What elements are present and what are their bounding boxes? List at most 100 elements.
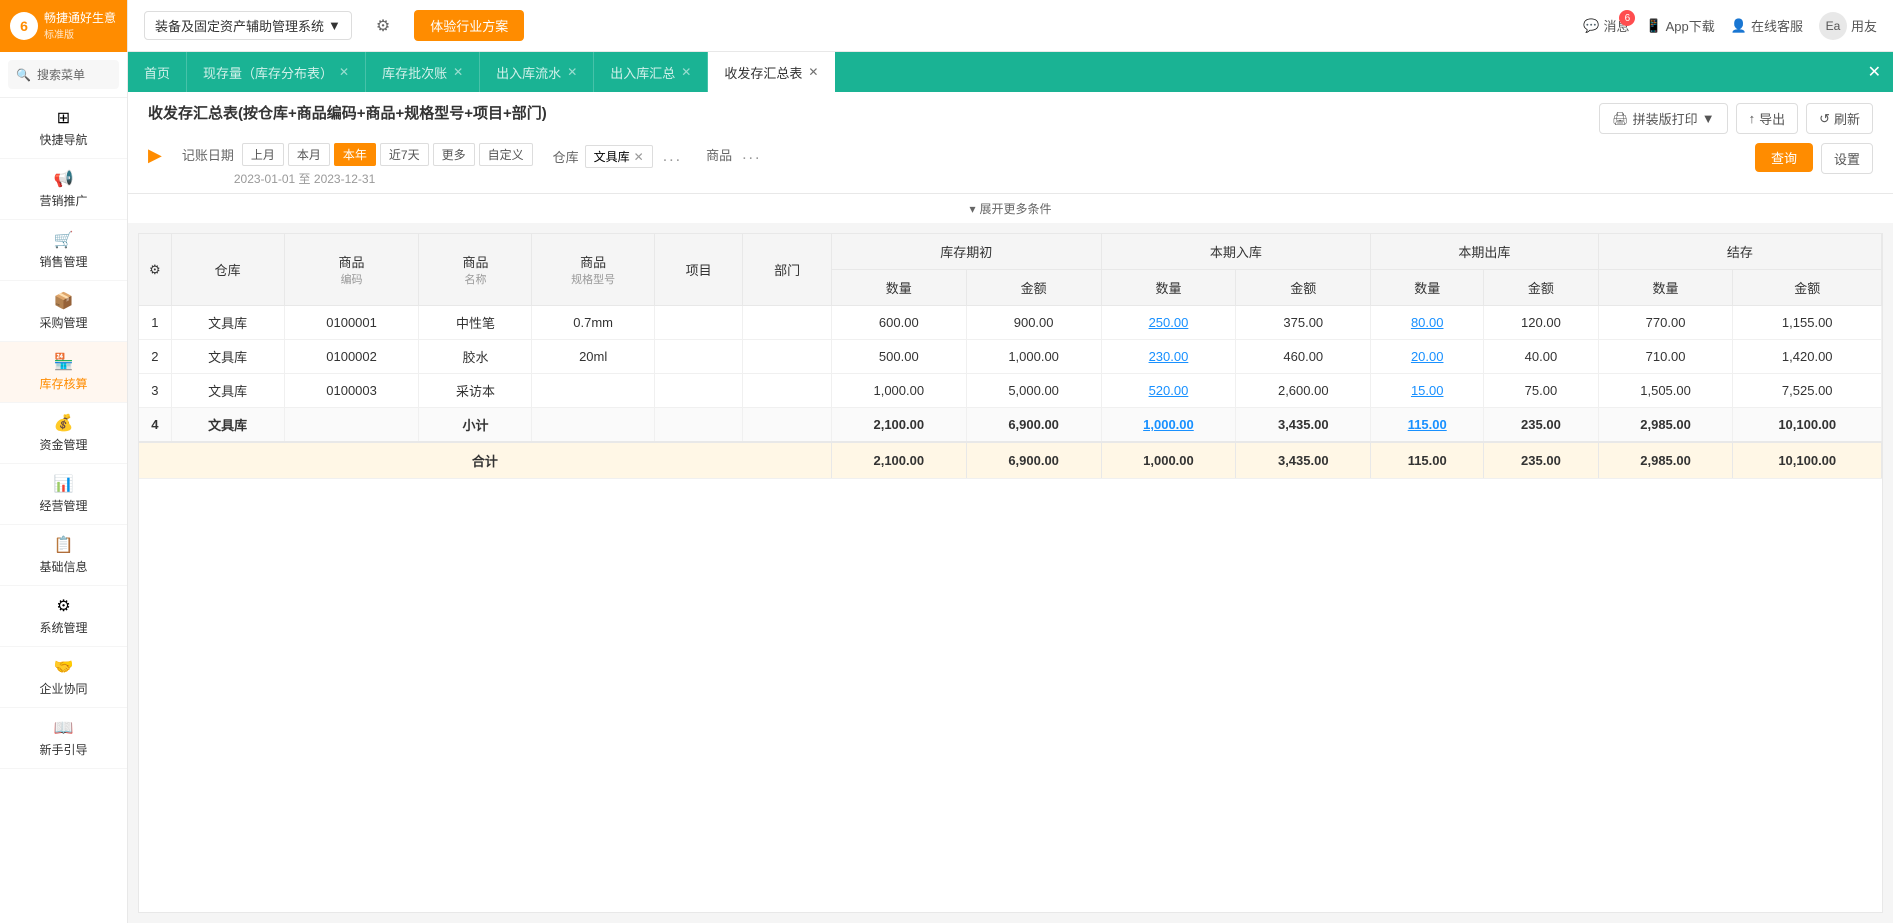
data-table: ⚙ 仓库 商品编码 商品名称 商品规格型号 项目 部门 库存期初 本期入库 本期… — [139, 234, 1882, 479]
online-service-action[interactable]: 👤 在线客服 — [1731, 16, 1803, 35]
cell-in-qty-link[interactable]: 520.00 — [1149, 383, 1189, 398]
cell-out-qty[interactable]: 115.00 — [1371, 408, 1484, 443]
sidebar-item-sales[interactable]: 🛒 销售管理 — [0, 220, 127, 281]
cell-open-amt: 5,000.00 — [966, 374, 1101, 408]
sidebar-item-inventory[interactable]: 🏪 库存核算 — [0, 342, 127, 403]
cell-in-qty-link[interactable]: 1,000.00 — [1143, 417, 1194, 432]
cell-spec — [532, 374, 654, 408]
print-button[interactable]: 🖨 拼装版打印 ▼ — [1599, 103, 1727, 134]
cell-bal-qty: 770.00 — [1598, 306, 1733, 340]
search-menu-button[interactable]: 🔍 搜索菜单 — [8, 60, 119, 89]
th-opening-group: 库存期初 — [831, 234, 1101, 270]
export-button[interactable]: ↑ 导出 — [1736, 103, 1799, 134]
warehouse-more-dots[interactable]: ... — [663, 148, 682, 166]
cell-in-amt: 460.00 — [1236, 340, 1371, 374]
query-button[interactable]: 查询 — [1755, 143, 1813, 172]
sidebar-item-quick-nav[interactable]: ⊞ 快捷导航 — [0, 98, 127, 159]
cell-in-qty[interactable]: 520.00 — [1101, 374, 1236, 408]
cell-out-qty-link[interactable]: 20.00 — [1411, 349, 1444, 364]
warehouse-tag-close-icon[interactable]: ✕ — [634, 150, 644, 164]
cell-warehouse: 文具库 — [171, 306, 284, 340]
refresh-button[interactable]: ↺ 刷新 — [1806, 103, 1873, 134]
cell-code — [284, 408, 419, 443]
cell-project — [654, 306, 743, 340]
tab-stock-flow[interactable]: 出入库流水 ✕ — [480, 52, 594, 92]
tab-stock-dist[interactable]: 现存量（库存分布表） ✕ — [187, 52, 366, 92]
cell-in-qty-link[interactable]: 250.00 — [1149, 315, 1189, 330]
tab-stock-flow-label: 出入库流水 — [496, 63, 561, 82]
system-select[interactable]: 装备及固定资产辅助管理系统 ▼ — [144, 11, 352, 40]
sidebar-item-guide[interactable]: 📖 新手引导 — [0, 708, 127, 769]
th-warehouse: 仓库 — [171, 234, 284, 306]
tabbar-close-button[interactable]: ✕ — [1856, 52, 1893, 92]
tab-home[interactable]: 首页 — [128, 52, 187, 92]
tab-stock-summary-close-icon[interactable]: ✕ — [681, 65, 691, 79]
try-solution-button[interactable]: 体验行业方案 — [414, 10, 524, 41]
print-chevron-icon: ▼ — [1702, 111, 1715, 126]
sidebar-item-label: 库存核算 — [39, 375, 87, 392]
tab-batch-ledger[interactable]: 库存批次账 ✕ — [366, 52, 480, 92]
quick-nav-icon: ⊞ — [57, 108, 70, 128]
user-action[interactable]: Ea 用友 — [1819, 12, 1877, 40]
sidebar-item-operations[interactable]: 📊 经营管理 — [0, 464, 127, 525]
table-row: 3文具库0100003采访本1,000.005,000.00520.002,60… — [139, 374, 1882, 408]
sidebar-item-enterprise[interactable]: 🤝 企业协同 — [0, 647, 127, 708]
enterprise-icon: 🤝 — [54, 657, 74, 677]
sidebar-item-system[interactable]: ⚙ 系统管理 — [0, 586, 127, 647]
cell-in-qty[interactable]: 230.00 — [1101, 340, 1236, 374]
tab-recv-send-summary-close-icon[interactable]: ✕ — [808, 65, 818, 79]
message-icon: 💬 — [1583, 18, 1599, 34]
cell-in-qty[interactable]: 250.00 — [1101, 306, 1236, 340]
tab-stock-summary[interactable]: 出入库汇总 ✕ — [594, 52, 708, 92]
cell-out-amt: 75.00 — [1484, 374, 1598, 408]
date-this-year-btn[interactable]: 本年 — [334, 143, 376, 166]
cell-out-amt: 40.00 — [1484, 340, 1598, 374]
date-7days-btn[interactable]: 近7天 — [380, 143, 429, 166]
user-label: 用友 — [1851, 16, 1877, 35]
system-name: 装备及固定资产辅助管理系统 — [155, 16, 324, 35]
sidebar-item-purchase[interactable]: 📦 采购管理 — [0, 281, 127, 342]
tab-batch-ledger-close-icon[interactable]: ✕ — [453, 65, 463, 79]
tab-recv-send-summary-label: 收发存汇总表 — [724, 63, 802, 82]
topbar-actions: 💬 消息 6 📱 App下载 👤 在线客服 Ea 用友 — [1583, 12, 1877, 40]
cell-name: 胶水 — [419, 340, 532, 374]
column-settings-th[interactable]: ⚙ — [139, 234, 171, 306]
filter-collapse-icon[interactable]: ▶ — [148, 145, 162, 166]
cell-out-qty[interactable]: 20.00 — [1371, 340, 1484, 374]
table-settings-button[interactable]: 设置 — [1821, 143, 1873, 174]
print-icon: 🖨 — [1612, 111, 1629, 127]
tab-stock-dist-close-icon[interactable]: ✕ — [339, 65, 349, 79]
expand-more-button[interactable]: ▾ 展开更多条件 — [953, 194, 1067, 223]
tab-recv-send-summary[interactable]: 收发存汇总表 ✕ — [708, 52, 835, 92]
cell-out-qty-link[interactable]: 15.00 — [1411, 383, 1444, 398]
cell-in-amt: 375.00 — [1236, 306, 1371, 340]
date-last-month-btn[interactable]: 上月 — [242, 143, 284, 166]
app-download-action[interactable]: 📱 App下载 — [1645, 16, 1714, 35]
message-action[interactable]: 💬 消息 6 — [1583, 16, 1629, 35]
cell-out-qty-link[interactable]: 80.00 — [1411, 315, 1444, 330]
cell-in-qty[interactable]: 1,000.00 — [1101, 408, 1236, 443]
sidebar-item-basic[interactable]: 📋 基础信息 — [0, 525, 127, 586]
online-service-label: 在线客服 — [1751, 16, 1803, 35]
cell-in-amt: 2,600.00 — [1236, 374, 1371, 408]
date-this-month-btn[interactable]: 本月 — [288, 143, 330, 166]
goods-more-dots[interactable]: ... — [742, 146, 761, 164]
cell-out-qty[interactable]: 15.00 — [1371, 374, 1484, 408]
sidebar-item-label: 企业协同 — [39, 680, 87, 697]
cell-bal-qty: 1,505.00 — [1598, 374, 1733, 408]
date-more-btn[interactable]: 更多 — [433, 143, 475, 166]
cell-out-qty[interactable]: 80.00 — [1371, 306, 1484, 340]
tab-home-label: 首页 — [144, 63, 170, 82]
footer-open-qty: 2,100.00 — [831, 442, 966, 479]
cell-out-amt: 120.00 — [1484, 306, 1598, 340]
sidebar-item-marketing[interactable]: 📢 营销推广 — [0, 159, 127, 220]
cell-in-qty-link[interactable]: 230.00 — [1149, 349, 1189, 364]
sidebar-item-finance[interactable]: 💰 资金管理 — [0, 403, 127, 464]
date-custom-btn[interactable]: 自定义 — [479, 143, 533, 166]
gear-settings-button[interactable]: ⚙ — [364, 11, 402, 41]
tab-stock-flow-close-icon[interactable]: ✕ — [567, 65, 577, 79]
cell-name: 小计 — [419, 408, 532, 443]
cell-open-amt: 1,000.00 — [966, 340, 1101, 374]
cell-out-qty-link[interactable]: 115.00 — [1408, 417, 1447, 432]
cell-warehouse: 文具库 — [171, 340, 284, 374]
